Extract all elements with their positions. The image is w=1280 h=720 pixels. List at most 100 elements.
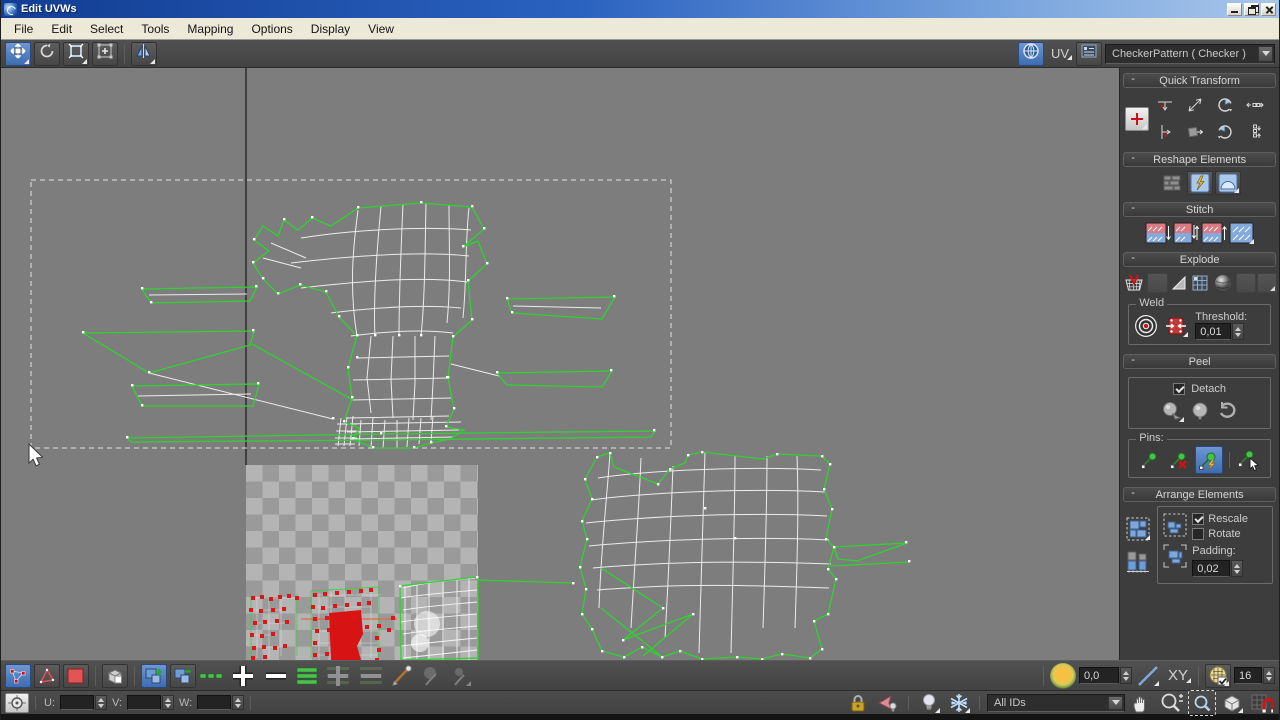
menu-view[interactable]: View <box>359 20 403 38</box>
shrink-selection-button[interactable] <box>170 663 196 688</box>
rollout-header-explode[interactable]: - Explode <box>1123 252 1276 267</box>
absolute-typein-button[interactable] <box>5 692 29 713</box>
show-hidden-button[interactable] <box>916 691 942 715</box>
padding-spinner[interactable]: 0,02 <box>1192 560 1248 577</box>
spinner-arrows[interactable] <box>162 695 174 710</box>
flatten-button[interactable] <box>1169 271 1189 295</box>
minimize-button[interactable] <box>1227 2 1242 16</box>
v-value[interactable] <box>127 695 161 710</box>
freeze-button[interactable] <box>946 691 972 715</box>
paint-size-button-disabled[interactable] <box>447 664 473 688</box>
rescale-cluster-button[interactable] <box>1162 513 1188 537</box>
reset-peel-button[interactable] <box>1215 399 1241 423</box>
pin-button[interactable] <box>1137 448 1163 472</box>
align-diagonal-button[interactable] <box>1182 92 1208 118</box>
zoom-button[interactable] <box>1159 691 1185 715</box>
edge-distance-button[interactable] <box>1205 663 1231 688</box>
v-spinner[interactable] <box>127 695 174 710</box>
grow-ring-button-disabled[interactable] <box>323 664 353 688</box>
spinner-arrows[interactable] <box>232 695 245 710</box>
texture-list-button[interactable] <box>1076 41 1102 66</box>
relax-button[interactable] <box>1214 171 1241 195</box>
relax-custom-button[interactable] <box>1159 171 1185 195</box>
interactive-pin-button[interactable] <box>1195 446 1224 474</box>
stitch-all-button[interactable] <box>1229 221 1255 245</box>
align-pivot-button[interactable] <box>1125 106 1150 131</box>
select-edge-loop-button[interactable] <box>199 664 225 688</box>
spinner-arrows[interactable] <box>1119 667 1132 684</box>
shrink-loop-button[interactable] <box>261 664 291 688</box>
show-map-button[interactable] <box>1017 41 1044 66</box>
rollout-header-stitch[interactable]: - Stitch <box>1123 202 1276 217</box>
rotate-button[interactable] <box>34 41 60 66</box>
menu-edit[interactable]: Edit <box>42 20 81 38</box>
restore-button[interactable] <box>1244 2 1259 16</box>
paint-select-button[interactable] <box>389 664 415 688</box>
rescale-checkbox[interactable] <box>1192 513 1205 525</box>
shrink-ring-button-disabled[interactable] <box>356 664 386 688</box>
padding-value[interactable]: 0,02 <box>1192 560 1231 577</box>
align-horizontal-button[interactable] <box>1152 92 1178 118</box>
weld-threshold-value[interactable]: 0,01 <box>1195 323 1232 340</box>
w-spinner[interactable] <box>197 695 245 710</box>
rollout-header-peel[interactable]: - Peel <box>1123 354 1276 369</box>
rotate-ccw-button[interactable] <box>1212 92 1238 118</box>
menu-tools[interactable]: Tools <box>132 20 178 38</box>
detach-checkbox[interactable] <box>1173 383 1186 395</box>
menu-mapping[interactable]: Mapping <box>178 20 242 38</box>
move-button[interactable] <box>5 41 31 66</box>
relax-until-flat-button[interactable] <box>1186 171 1213 195</box>
spinner-arrows[interactable] <box>1232 323 1245 340</box>
uv-island-upper[interactable] <box>80 201 656 449</box>
align-vertical-button[interactable] <box>1152 119 1178 145</box>
falloff-space-button[interactable]: XY <box>1164 667 1192 684</box>
grow-selection-button[interactable] <box>141 663 167 688</box>
uv-editor-canvas[interactable] <box>1 68 1120 660</box>
mapping-grid-button[interactable] <box>1190 271 1210 295</box>
dropdown-arrow-icon[interactable] <box>1258 45 1273 62</box>
rotate-checkbox[interactable] <box>1192 528 1205 540</box>
w-value[interactable] <box>197 695 232 710</box>
menu-display[interactable]: Display <box>302 20 359 38</box>
freeform-mode-button[interactable] <box>92 41 118 66</box>
soft-selection-spinner[interactable]: 0,0 <box>1078 667 1132 684</box>
unpin-button[interactable] <box>1166 448 1192 472</box>
rollout-header-arrange-elements[interactable]: - Arrange Elements <box>1123 487 1276 502</box>
uv-island-lower[interactable] <box>579 451 911 660</box>
stitch-custom-button[interactable] <box>1145 221 1171 245</box>
vertex-mode-button[interactable] <box>5 663 31 688</box>
material-id-dropdown[interactable]: All IDs <box>987 693 1125 712</box>
close-button[interactable] <box>1261 2 1276 16</box>
target-weld-button[interactable] <box>1133 314 1159 338</box>
u-spinner[interactable] <box>60 695 107 710</box>
explode-disabled-flyout-button[interactable] <box>1256 273 1277 293</box>
move-element-button[interactable] <box>1182 119 1208 145</box>
weld-selected-button[interactable] <box>1163 314 1189 338</box>
break-button[interactable] <box>1122 271 1146 295</box>
grow-loop-button[interactable] <box>228 664 258 688</box>
spinner-arrows[interactable] <box>1263 667 1275 684</box>
explode-disabled-button[interactable] <box>1235 273 1256 293</box>
mirror-button[interactable] <box>131 41 157 66</box>
weld-threshold-spinner[interactable]: 0,01 <box>1195 323 1245 340</box>
spinner-arrows[interactable] <box>95 695 107 710</box>
flatten-sphere-button[interactable] <box>1211 271 1235 295</box>
rotate-cluster-button[interactable] <box>1162 544 1188 568</box>
paint-options-button-disabled[interactable] <box>418 664 444 688</box>
stitch-source-button[interactable] <box>1173 221 1199 245</box>
rollout-header-quick-transform[interactable]: - Quick Transform <box>1123 73 1276 88</box>
edge-mode-button[interactable] <box>34 663 60 688</box>
soft-selection-value[interactable]: 0,0 <box>1078 667 1119 684</box>
edge-distance-spinner[interactable]: 16 <box>1234 667 1275 684</box>
dropdown-arrow-icon[interactable] <box>1108 695 1123 710</box>
texture-selector-dropdown[interactable]: CheckerPattern ( Checker ) <box>1105 43 1275 64</box>
zoom-region-button[interactable] <box>1188 689 1216 716</box>
select-pinned-button[interactable] <box>1236 448 1262 472</box>
snap-button[interactable] <box>1249 691 1275 715</box>
pack-normalize-button[interactable] <box>1125 517 1151 541</box>
space-horizontal-button[interactable] <box>1242 92 1268 118</box>
menu-options[interactable]: Options <box>242 20 301 38</box>
stitch-target-button[interactable] <box>1201 221 1227 245</box>
space-vertical-button[interactable] <box>1242 119 1268 145</box>
quick-peel-button[interactable] <box>1159 399 1185 423</box>
